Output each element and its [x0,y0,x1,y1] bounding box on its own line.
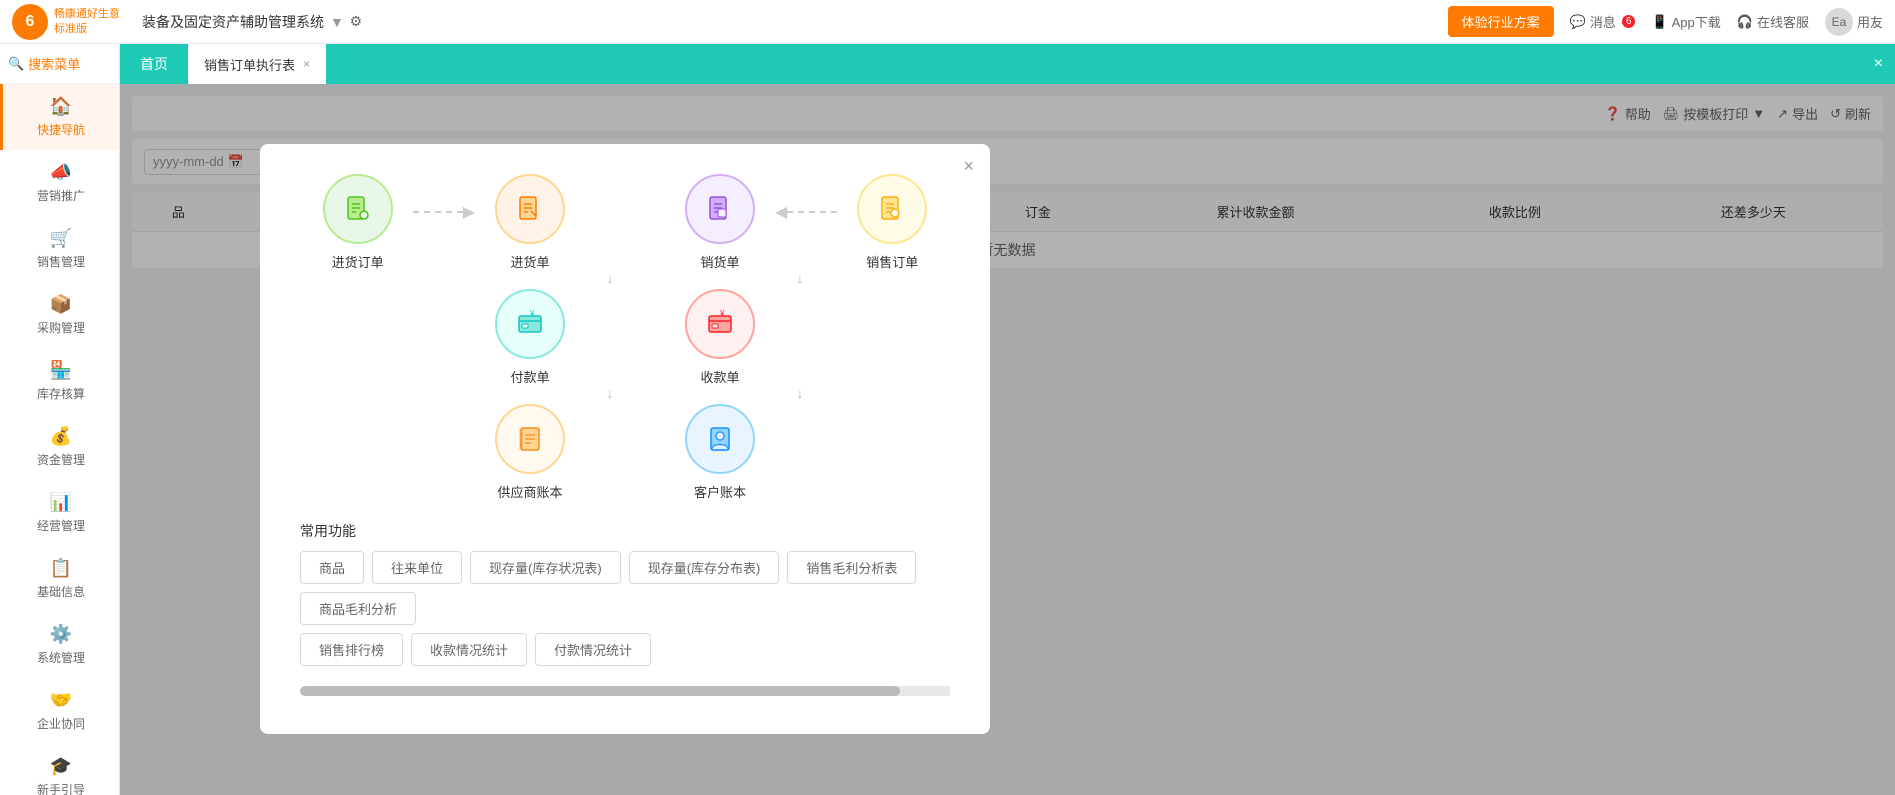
payment-bill-icon: ¥ [495,289,565,359]
page-content: ❓ 帮助 🖨 按模板打印 ▼ ↗ 导出 ↺ 刷新 [120,84,1895,795]
flow-receipt-bill: ¥ 收款单 [685,289,755,386]
tab-close-btn[interactable]: × [303,57,310,71]
search-icon: 🔍 [8,56,24,72]
flow-payment-bill: ¥ 付款单 [495,289,565,386]
sidebar-item-purchase[interactable]: 📦 采购管理 [0,282,119,348]
flow-purchase-bill: 进货单 [495,174,565,271]
spacer10 [415,386,485,400]
tab-sales-execution[interactable]: 销售订单执行表 × [188,44,326,84]
sales-icon: 🛒 [50,228,72,249]
sidebar-item-quick-nav[interactable]: 🏠 快捷导航 [0,84,119,150]
common-buttons-row: 商品 往来单位 现存量(库存状况表) 现存量(库存分布表) 销售毛利分析表 商品… [300,551,950,625]
quick-nav-icon: 🏠 [50,96,72,117]
spacer3 [505,271,555,285]
inventory-icon: 🏪 [50,360,72,381]
tab-bar: 首页 销售订单执行表 × × [120,44,1895,84]
finance-icon: 💰 [50,426,72,447]
sidebar-item-inventory[interactable]: 🏪 库存核算 [0,348,119,414]
message-icon: 💬 [1570,14,1586,30]
common-btn-payment-stat[interactable]: 付款情况统计 [535,633,651,666]
spacer11 [505,386,555,400]
main-area: 🔍 搜索菜单 🏠 快捷导航 📣 营销推广 🛒 销售管理 📦 采购管理 🏪 [0,44,1895,795]
basic-icon: 📋 [50,558,72,579]
service-icon: 🎧 [1737,14,1753,30]
system-dropdown-icon[interactable]: ▼ [330,14,344,30]
logo-text: 畅康通好生意 标准版 [54,7,120,36]
sidebar-item-operation[interactable]: 📊 经营管理 [0,480,119,546]
system-icon: ⚙️ [50,624,72,645]
common-btn-product-gross[interactable]: 商品毛利分析 [300,592,416,625]
logo-area: 6 畅康通好生意 标准版 [12,4,132,40]
common-btn-stock-dist[interactable]: 现存量(库存分布表) [629,551,780,584]
common-btn-receipt-stat[interactable]: 收款情况统计 [411,633,527,666]
app-download-btn[interactable]: 📱 App下载 [1651,12,1720,31]
avatar: Ea [1825,8,1853,36]
search-menu-btn[interactable]: 🔍 搜索菜单 [0,44,119,84]
topbar-actions: 体验行业方案 💬 消息 6 📱 App下载 🎧 在线客服 Ea 用友 [1448,6,1883,37]
common-buttons-row2: 销售排行榜 收款情况统计 付款情况统计 [300,633,950,666]
common-btn-product[interactable]: 商品 [300,551,364,584]
spacer12 [665,386,745,400]
svg-text:¥: ¥ [719,309,725,318]
svg-text:¥: ¥ [529,309,535,318]
newbie-icon: 🎓 [50,756,72,777]
sidebar-item-marketing[interactable]: 📣 营销推广 [0,150,119,216]
content-area: 首页 销售订单执行表 × × ❓ 帮助 🖨 按模板打印 [120,44,1895,795]
customer-ledger-icon [685,404,755,474]
spacer4 [665,271,745,285]
logo-icon: 6 [12,4,48,40]
app-root: 6 畅康通好生意 标准版 装备及固定资产辅助管理系统 ▼ ⚙ 体验行业方案 💬 … [0,0,1895,795]
receipt-bill-icon: ¥ [685,289,755,359]
sidebar-item-finance[interactable]: 💰 资金管理 [0,414,119,480]
scroll-track [300,686,950,696]
scroll-thumb [300,686,900,696]
common-btn-partners[interactable]: 往来单位 [372,551,462,584]
experience-btn[interactable]: 体验行业方案 [1448,6,1554,37]
modal-box: × [260,144,990,734]
sidebar-item-enterprise[interactable]: 🤝 企业协同 [0,678,119,744]
enterprise-icon: 🤝 [50,690,72,711]
tab-bar-close-btn[interactable]: × [1874,55,1883,73]
flow-supplier-ledger: 供应商账本 [495,404,565,501]
sales-bill-icon [685,174,755,244]
message-btn[interactable]: 💬 消息 6 [1570,12,1636,31]
supplier-ledger-icon [495,404,565,474]
modal-scrollbar[interactable] [300,682,950,704]
sidebar: 🔍 搜索菜单 🏠 快捷导航 📣 营销推广 🛒 销售管理 📦 采购管理 🏪 [0,44,120,795]
system-name: 装备及固定资产辅助管理系统 [142,12,324,32]
tab-home[interactable]: 首页 [120,44,188,84]
sidebar-item-sales[interactable]: 🛒 销售管理 [0,216,119,282]
purchase-bill-icon [495,174,565,244]
purchase-order-icon [323,174,393,244]
sales-order-icon [857,174,927,244]
sidebar-item-system[interactable]: ⚙️ 系统管理 [0,612,119,678]
topbar: 6 畅康通好生意 标准版 装备及固定资产辅助管理系统 ▼ ⚙ 体验行业方案 💬 … [0,0,1895,44]
system-name-area: 装备及固定资产辅助管理系统 ▼ ⚙ [132,10,1448,34]
common-functions-section: 常用功能 商品 往来单位 现存量(库存状况表) 现存量(库存分布表) 销售毛利分… [300,521,950,666]
online-service-btn[interactable]: 🎧 在线客服 [1737,12,1809,31]
settings-icon[interactable]: ⚙ [344,10,368,34]
common-functions-title: 常用功能 [300,521,950,541]
operation-icon: 📊 [50,492,72,513]
common-btn-sales-gross[interactable]: 销售毛利分析表 [787,551,916,584]
flow-diagram: 进货订单 ▶ [300,174,950,501]
modal-overlay: × [120,84,1895,795]
download-icon: 📱 [1651,14,1667,30]
marketing-icon: 📣 [50,162,72,183]
flow-customer-ledger: 客户账本 [685,404,755,501]
sidebar-item-newbie[interactable]: 🎓 新手引导 [0,744,119,795]
common-btn-stock-status[interactable]: 现存量(库存状况表) [470,551,621,584]
sidebar-item-basic[interactable]: 📋 基础信息 [0,546,119,612]
user-area[interactable]: Ea 用友 [1825,8,1883,36]
message-badge: 6 [1622,15,1636,28]
spacer2 [415,271,485,285]
purchase-icon: 📦 [50,294,72,315]
flow-sales-order: 销售订单 [857,174,927,271]
common-btn-sales-rank[interactable]: 销售排行榜 [300,633,403,666]
flow-purchase-order: 进货订单 [323,174,393,271]
flow-sales-bill: 销货单 [685,174,755,271]
modal-close-btn[interactable]: × [963,156,974,177]
